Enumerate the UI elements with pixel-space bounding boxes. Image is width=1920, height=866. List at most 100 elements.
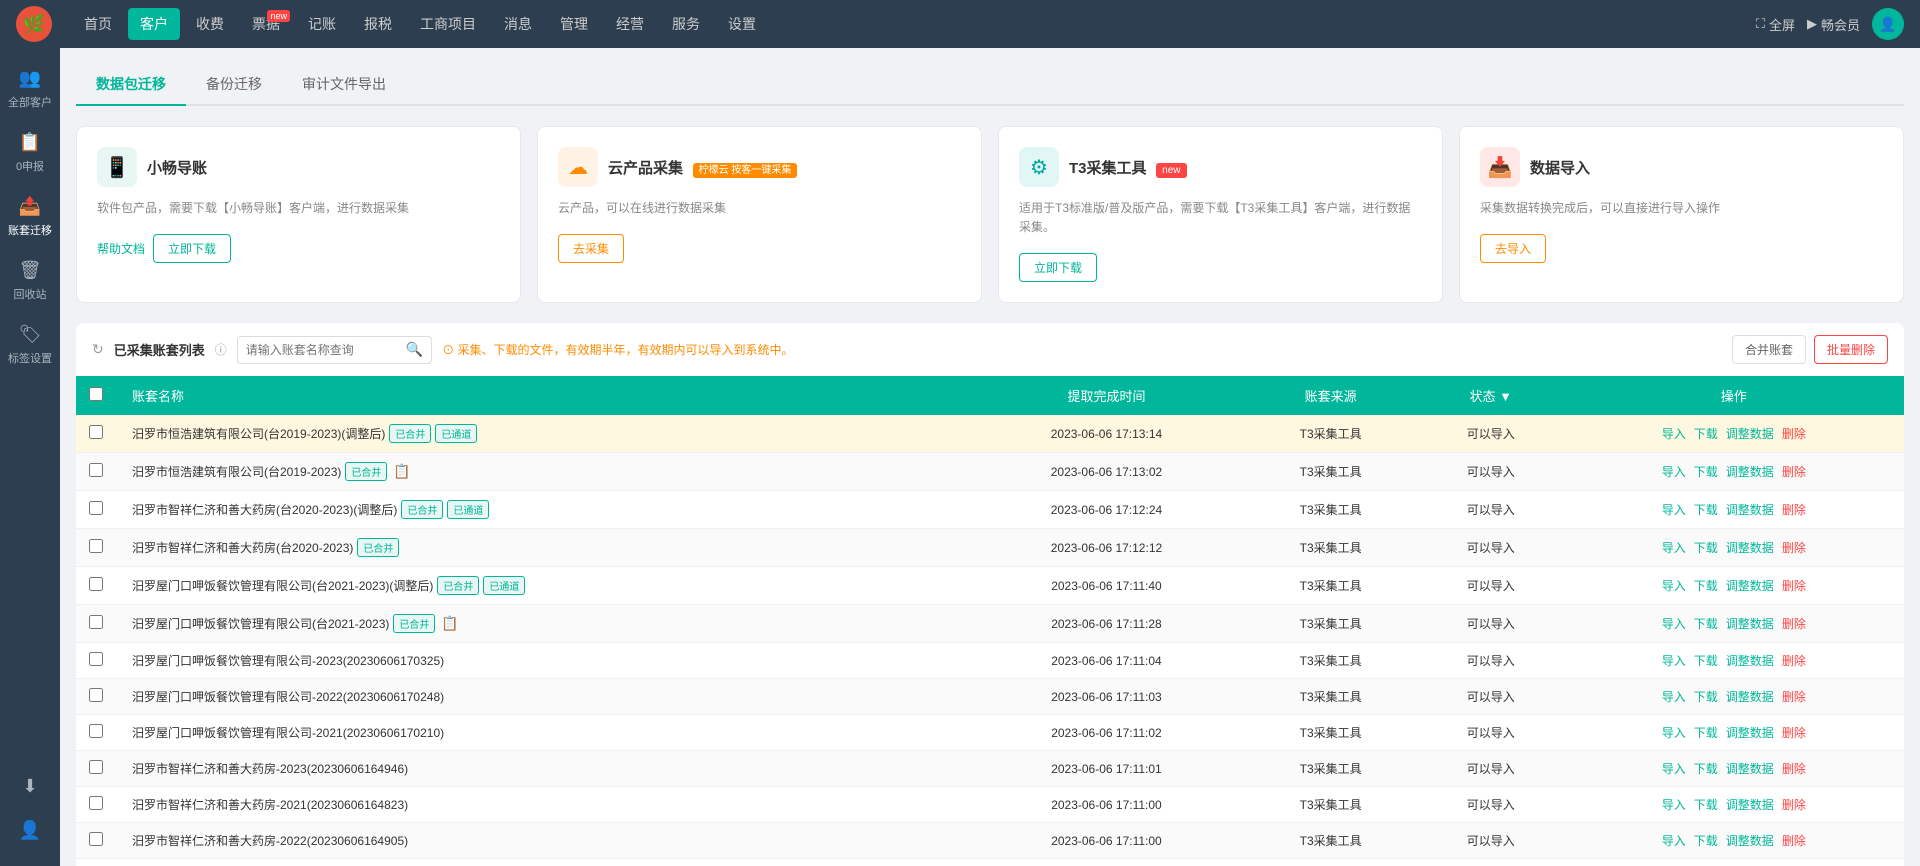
action-导入[interactable]: 导入 [1662, 688, 1686, 705]
sidebar-item-account-migrate[interactable]: 📤 账套迁移 [4, 186, 56, 246]
action-下载[interactable]: 下载 [1694, 425, 1718, 442]
nav-settings[interactable]: 设置 [716, 8, 768, 40]
action-下载[interactable]: 下载 [1694, 463, 1718, 480]
row-checkbox[interactable] [89, 760, 103, 774]
col-status[interactable]: 状态 ▼ [1418, 376, 1564, 415]
row-checkbox[interactable] [89, 539, 103, 553]
action-删除[interactable]: 删除 [1782, 577, 1806, 594]
help-icon[interactable]: ⓘ [215, 341, 227, 358]
action-删除[interactable]: 删除 [1782, 796, 1806, 813]
action-下载[interactable]: 下载 [1694, 615, 1718, 632]
action-调整数据[interactable]: 调整数据 [1726, 688, 1774, 705]
xiaochang-help-link[interactable]: 帮助文档 [97, 240, 145, 257]
tab-audit-export[interactable]: 审计文件导出 [282, 64, 406, 106]
action-调整数据[interactable]: 调整数据 [1726, 615, 1774, 632]
xiaochang-download-button[interactable]: 立即下载 [153, 234, 231, 263]
refresh-icon[interactable]: ↻ [92, 341, 104, 358]
sidebar-item-all-customers[interactable]: 👥 全部客户 [4, 58, 56, 118]
action-调整数据[interactable]: 调整数据 [1726, 501, 1774, 518]
action-删除[interactable]: 删除 [1782, 425, 1806, 442]
nav-business[interactable]: 工商项目 [408, 8, 488, 40]
action-导入[interactable]: 导入 [1662, 724, 1686, 741]
action-下载[interactable]: 下载 [1694, 652, 1718, 669]
nav-bookkeep[interactable]: 记账 [296, 8, 348, 40]
sidebar-item-zero-declare[interactable]: 📋 0申报 [4, 122, 56, 182]
sidebar-download[interactable]: ⬇ [4, 766, 56, 806]
row-checkbox[interactable] [89, 796, 103, 810]
search-button[interactable]: 🔍 [398, 341, 431, 358]
nav-message[interactable]: 消息 [492, 8, 544, 40]
action-下载[interactable]: 下载 [1694, 760, 1718, 777]
action-删除[interactable]: 删除 [1782, 463, 1806, 480]
action-调整数据[interactable]: 调整数据 [1726, 760, 1774, 777]
action-调整数据[interactable]: 调整数据 [1726, 724, 1774, 741]
action-导入[interactable]: 导入 [1662, 425, 1686, 442]
row-extra-icon[interactable]: 📋 [441, 615, 458, 631]
action-调整数据[interactable]: 调整数据 [1726, 796, 1774, 813]
action-导入[interactable]: 导入 [1662, 760, 1686, 777]
sidebar-item-recycle[interactable]: 🗑 回收站 [4, 250, 56, 310]
action-下载[interactable]: 下载 [1694, 724, 1718, 741]
user-avatar[interactable]: 👤 [1872, 8, 1904, 40]
action-下载[interactable]: 下载 [1694, 832, 1718, 849]
nav-customer[interactable]: 客户 [128, 8, 180, 40]
action-下载[interactable]: 下载 [1694, 539, 1718, 556]
nav-tax[interactable]: 报税 [352, 8, 404, 40]
action-导入[interactable]: 导入 [1662, 796, 1686, 813]
row-extra-icon[interactable]: 📋 [393, 463, 410, 479]
action-导入[interactable]: 导入 [1662, 615, 1686, 632]
row-checkbox[interactable] [89, 501, 103, 515]
row-checkbox[interactable] [89, 425, 103, 439]
row-checkbox[interactable] [89, 688, 103, 702]
nav-operation[interactable]: 经营 [604, 8, 656, 40]
action-导入[interactable]: 导入 [1662, 501, 1686, 518]
action-调整数据[interactable]: 调整数据 [1726, 425, 1774, 442]
action-下载[interactable]: 下载 [1694, 688, 1718, 705]
dataimport-goto-button[interactable]: 去导入 [1480, 234, 1546, 263]
action-导入[interactable]: 导入 [1662, 832, 1686, 849]
merge-button[interactable]: 合并账套 [1732, 335, 1806, 364]
fullscreen-button[interactable]: ⛶ 全屏 [1756, 15, 1795, 34]
action-删除[interactable]: 删除 [1782, 832, 1806, 849]
nav-home[interactable]: 首页 [72, 8, 124, 40]
nav-fee[interactable]: 收费 [184, 8, 236, 40]
action-调整数据[interactable]: 调整数据 [1726, 652, 1774, 669]
row-checkbox[interactable] [89, 463, 103, 477]
select-all-checkbox[interactable] [89, 387, 103, 401]
t3-download-button[interactable]: 立即下载 [1019, 253, 1097, 282]
action-调整数据[interactable]: 调整数据 [1726, 832, 1774, 849]
search-input[interactable] [238, 343, 398, 357]
action-导入[interactable]: 导入 [1662, 539, 1686, 556]
sidebar-user[interactable]: 👤 [4, 810, 56, 850]
action-删除[interactable]: 删除 [1782, 724, 1806, 741]
action-删除[interactable]: 删除 [1782, 652, 1806, 669]
nav-manage[interactable]: 管理 [548, 8, 600, 40]
app-logo[interactable]: 🌿 [16, 6, 52, 42]
action-下载[interactable]: 下载 [1694, 577, 1718, 594]
row-checkbox[interactable] [89, 577, 103, 591]
cloud-collect-button[interactable]: 去采集 [558, 234, 624, 263]
row-checkbox[interactable] [89, 832, 103, 846]
action-删除[interactable]: 删除 [1782, 760, 1806, 777]
action-删除[interactable]: 删除 [1782, 539, 1806, 556]
action-调整数据[interactable]: 调整数据 [1726, 539, 1774, 556]
action-导入[interactable]: 导入 [1662, 577, 1686, 594]
row-checkbox[interactable] [89, 652, 103, 666]
tab-data-package[interactable]: 数据包迁移 [76, 64, 186, 106]
action-下载[interactable]: 下载 [1694, 796, 1718, 813]
action-删除[interactable]: 删除 [1782, 615, 1806, 632]
action-删除[interactable]: 删除 [1782, 688, 1806, 705]
row-checkbox[interactable] [89, 724, 103, 738]
action-导入[interactable]: 导入 [1662, 463, 1686, 480]
batch-delete-button[interactable]: 批量删除 [1814, 335, 1888, 364]
sidebar-item-tags[interactable]: 🏷 标签设置 [4, 314, 56, 374]
nav-service[interactable]: 服务 [660, 8, 712, 40]
row-checkbox[interactable] [89, 615, 103, 629]
action-删除[interactable]: 删除 [1782, 501, 1806, 518]
action-调整数据[interactable]: 调整数据 [1726, 577, 1774, 594]
action-导入[interactable]: 导入 [1662, 652, 1686, 669]
tab-backup[interactable]: 备份迁移 [186, 64, 282, 106]
member-button[interactable]: ▶ 畅会员 [1807, 15, 1860, 34]
nav-invoice[interactable]: 票据new [240, 8, 292, 40]
action-下载[interactable]: 下载 [1694, 501, 1718, 518]
